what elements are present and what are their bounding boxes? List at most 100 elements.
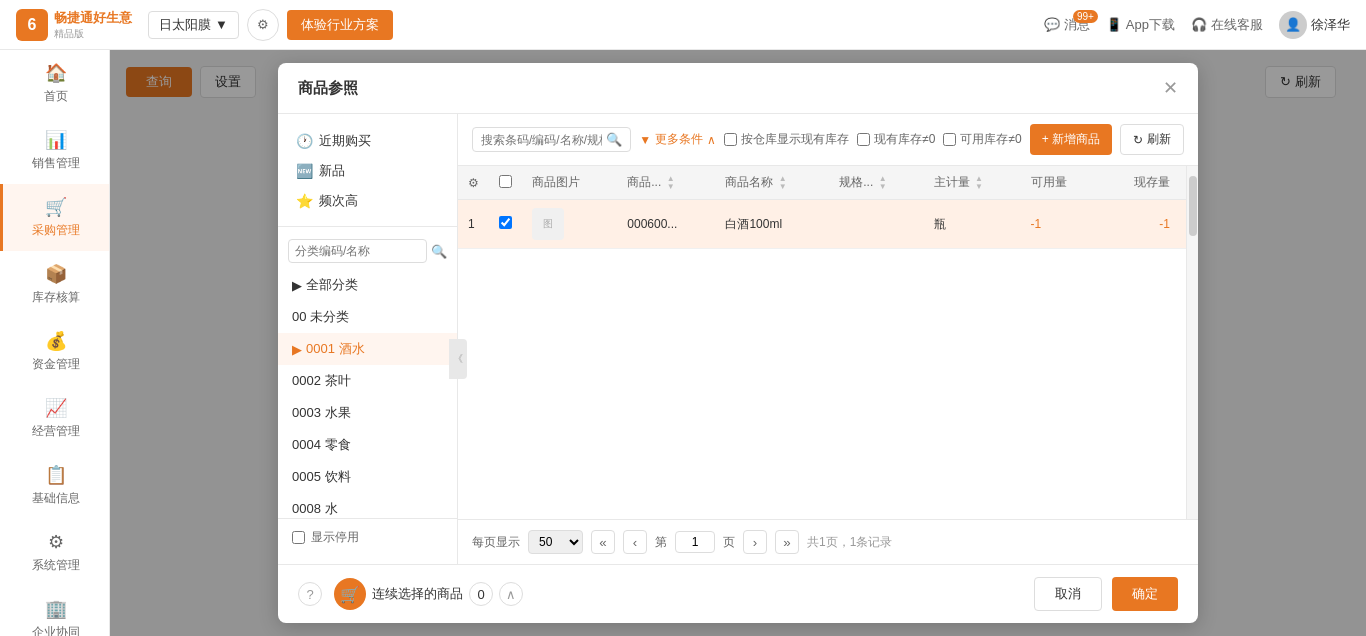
prev-page-button[interactable]: ‹ [623, 530, 647, 554]
trial-button[interactable]: 体验行业方案 [287, 10, 393, 40]
cart-count: 0 [469, 582, 493, 606]
user-area[interactable]: 👤 徐泽华 [1279, 11, 1350, 39]
sidebar-item-home[interactable]: 🏠 首页 [0, 50, 109, 117]
sidebar-item-business[interactable]: 📈 经营管理 [0, 385, 109, 452]
table-container: ⚙ 商品图片 [458, 166, 1198, 519]
modal-header: 商品参照 ✕ [278, 63, 1198, 114]
show-disabled-label: 显示停用 [311, 529, 359, 546]
confirm-button[interactable]: 确定 [1112, 577, 1178, 611]
quick-item-frequent[interactable]: ⭐ 频次高 [286, 186, 449, 216]
cell-unit: 瓶 [924, 200, 1021, 249]
sidebar-item-sales[interactable]: 📊 销售管理 [0, 117, 109, 184]
page-number-input[interactable] [675, 531, 715, 553]
message-icon: 💬 [1044, 17, 1060, 32]
page-size-select[interactable]: 50 100 200 [528, 530, 583, 554]
page-size-label: 每页显示 [472, 534, 520, 551]
star-icon: ⭐ [296, 193, 313, 209]
last-page-button[interactable]: » [775, 530, 799, 554]
logo-icon: 6 [16, 9, 48, 41]
cancel-button[interactable]: 取消 [1034, 577, 1102, 611]
col-code[interactable]: 商品... ▲▼ [617, 166, 715, 200]
add-product-button[interactable]: + 新增商品 [1030, 124, 1112, 155]
sidebar-item-purchase[interactable]: 🛒 采购管理 [0, 184, 109, 251]
logo-area: 6 畅捷通好生意 精品版 [16, 9, 136, 41]
cart-icon[interactable]: 🛒 [334, 578, 366, 610]
cat-item-alcohol[interactable]: ▶ 0001 酒水 [278, 333, 457, 365]
settings-icon[interactable]: ⚙ [468, 176, 479, 190]
purchase-icon: 🛒 [45, 196, 67, 218]
cat-item-tea[interactable]: 0002 茶叶 [278, 365, 457, 397]
cat-item-fruit[interactable]: 0003 水果 [278, 397, 457, 429]
refresh-button[interactable]: ↻ 刷新 [1120, 124, 1184, 155]
table-header-row: ⚙ 商品图片 [458, 166, 1186, 200]
cat-item-uncategorized[interactable]: 00 未分类 [278, 301, 457, 333]
cat-label-fruit: 0003 水果 [292, 404, 351, 422]
cell-num: 1 [458, 200, 489, 249]
sidebar-label-purchase: 采购管理 [32, 222, 80, 239]
checkbox-warehouse-input[interactable] [724, 133, 737, 146]
business-icon: 📈 [45, 397, 67, 419]
row-checkbox[interactable] [499, 216, 512, 229]
table-row[interactable]: 1 图 000600... 白酒100ml [458, 200, 1186, 249]
col-checkbox [489, 166, 522, 200]
cat-label-uncategorized: 00 未分类 [292, 308, 349, 326]
footer-collapse-button[interactable]: ∧ [499, 582, 523, 606]
cart-label: 连续选择的商品 [372, 585, 463, 603]
quick-item-recent[interactable]: 🕐 近期购买 [286, 126, 449, 156]
panel-collapse-button[interactable]: 《 [449, 339, 467, 379]
checkbox-stock-nonzero[interactable]: 现有库存≠0 [857, 131, 935, 148]
col-spec[interactable]: 规格... ▲▼ [829, 166, 923, 200]
sidebar-item-system[interactable]: ⚙ 系统管理 [0, 519, 109, 586]
cat-item-snack[interactable]: 0004 零食 [278, 429, 457, 461]
modal-close-button[interactable]: ✕ [1163, 77, 1178, 99]
checkbox-available-label: 可用库存≠0 [960, 131, 1021, 148]
product-search-input[interactable] [481, 133, 602, 147]
show-disabled-checkbox[interactable] [292, 531, 305, 544]
notification-item[interactable]: 💬 消息 99+ [1044, 16, 1090, 34]
avatar: 👤 [1279, 11, 1307, 39]
left-panel: 🕐 近期购买 🆕 新品 ⭐ 频次高 《 [278, 114, 458, 564]
cat-item-water[interactable]: 0008 水 [278, 493, 457, 518]
checkbox-stock-input[interactable] [857, 133, 870, 146]
help-button[interactable]: ? [298, 582, 322, 606]
category-search-area: 🔍 [278, 233, 457, 269]
sidebar-item-finance[interactable]: 💰 资金管理 [0, 318, 109, 385]
table-scrollbar[interactable] [1186, 166, 1198, 519]
col-image: 商品图片 [522, 166, 617, 200]
search-icon[interactable]: 🔍 [606, 132, 622, 147]
sort-icon-spec: ▲▼ [879, 175, 887, 191]
sidebar-item-enterprise[interactable]: 🏢 企业协同 [0, 586, 109, 636]
checkbox-warehouse[interactable]: 按仓库显示现有库存 [724, 131, 849, 148]
filter-more-btn[interactable]: ▼ 更多条件 ∧ [639, 131, 716, 148]
online-service-item[interactable]: 🎧 在线客服 [1191, 16, 1263, 34]
cat-search-icon[interactable]: 🔍 [431, 244, 447, 259]
notif-badge: 99+ [1073, 10, 1098, 23]
col-unit[interactable]: 主计量 ▲▼ [924, 166, 1021, 200]
checkbox-available-nonzero[interactable]: 可用库存≠0 [943, 131, 1021, 148]
app-download-item[interactable]: 📱 App下载 [1106, 16, 1175, 34]
cat-label-snack: 0004 零食 [292, 436, 351, 454]
page-label: 第 [655, 534, 667, 551]
first-page-button[interactable]: « [591, 530, 615, 554]
cat-label-alcohol: 0001 酒水 [306, 340, 365, 358]
sidebar-item-basic[interactable]: 📋 基础信息 [0, 452, 109, 519]
category-search-input[interactable] [288, 239, 427, 263]
sidebar-label-system: 系统管理 [32, 557, 80, 574]
next-page-button[interactable]: › [743, 530, 767, 554]
sidebar-item-inventory[interactable]: 📦 库存核算 [0, 251, 109, 318]
select-all-checkbox[interactable] [499, 175, 512, 188]
scroll-thumb [1189, 176, 1197, 236]
cat-item-all[interactable]: ▶ 全部分类 [278, 269, 457, 301]
store-selector[interactable]: 日太阳膜 ▼ [148, 11, 239, 39]
pagination: 每页显示 50 100 200 « ‹ 第 页 › » 共1页，1条记 [458, 519, 1198, 564]
quick-item-new[interactable]: 🆕 新品 [286, 156, 449, 186]
headset-icon: 🎧 [1191, 17, 1207, 32]
checkbox-stock-label: 现有库存≠0 [874, 131, 935, 148]
checkbox-available-input[interactable] [943, 133, 956, 146]
cat-item-drink[interactable]: 0005 饮料 [278, 461, 457, 493]
gear-button[interactable]: ⚙ [247, 9, 279, 41]
col-name[interactable]: 商品名称 ▲▼ [715, 166, 829, 200]
header-nav: 日太阳膜 ▼ ⚙ 体验行业方案 [148, 9, 1032, 41]
cell-available: -1 [1021, 200, 1099, 249]
sidebar-label-enterprise: 企业协同 [32, 624, 80, 636]
